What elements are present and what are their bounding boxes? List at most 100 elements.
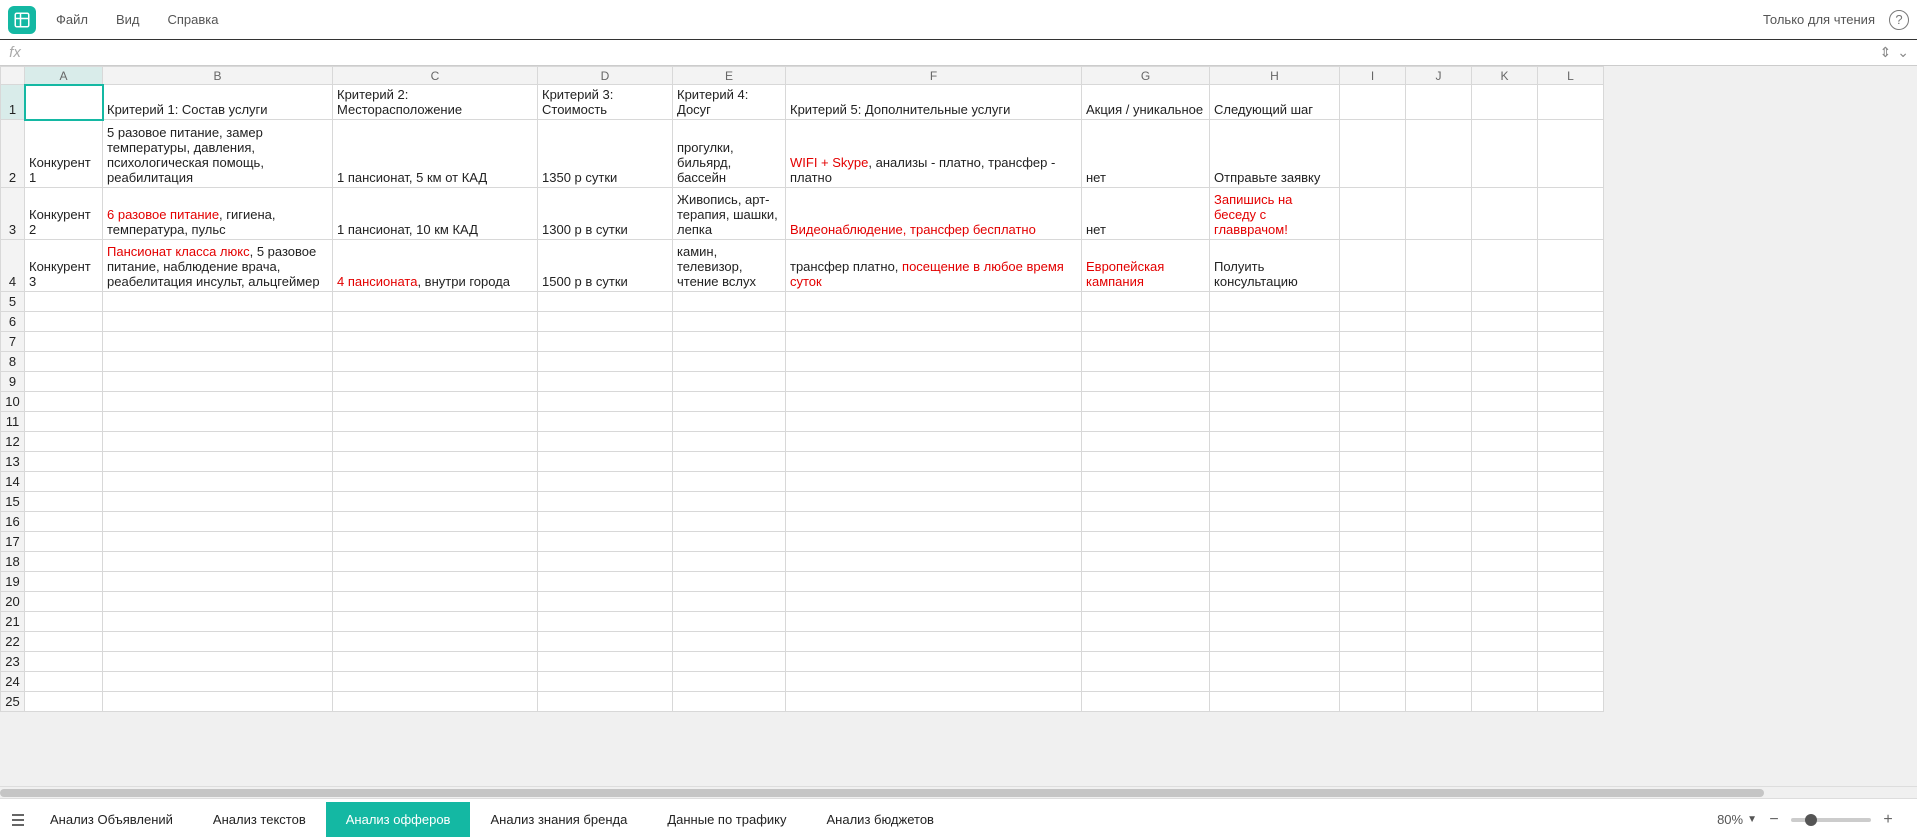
cell[interactable] [786,512,1082,532]
cell[interactable] [538,392,673,412]
cell[interactable] [1406,652,1472,672]
cell[interactable] [1472,652,1538,672]
cell[interactable]: 5 разовое питание, замер температуры, да… [103,120,333,188]
cell[interactable] [1210,352,1340,372]
cell[interactable] [333,412,538,432]
cell[interactable] [786,572,1082,592]
cell[interactable] [25,512,103,532]
cell[interactable] [673,632,786,652]
cell[interactable] [1538,292,1604,312]
cell[interactable] [538,472,673,492]
cell[interactable] [1472,372,1538,392]
cell[interactable] [103,472,333,492]
cell[interactable] [1538,240,1604,292]
row-header[interactable]: 4 [1,240,25,292]
cell[interactable] [1472,492,1538,512]
cell[interactable] [103,312,333,332]
cell[interactable] [1472,592,1538,612]
cell[interactable] [103,352,333,372]
cell[interactable]: Конкурент 2 [25,188,103,240]
chevron-down-icon[interactable]: ⌄ [1897,44,1909,61]
cell[interactable] [25,332,103,352]
cell[interactable] [1406,412,1472,432]
cell[interactable] [1538,188,1604,240]
column-header-K[interactable]: K [1472,67,1538,85]
cell[interactable] [25,432,103,452]
cell[interactable] [1472,572,1538,592]
row-header[interactable]: 8 [1,352,25,372]
cell[interactable] [673,392,786,412]
cell[interactable] [25,352,103,372]
row-header[interactable]: 19 [1,572,25,592]
cell[interactable] [25,572,103,592]
cell[interactable] [1340,120,1406,188]
cell[interactable] [333,592,538,612]
cell[interactable] [1472,512,1538,532]
row-header[interactable]: 13 [1,452,25,472]
cell[interactable] [1538,512,1604,532]
cell[interactable] [786,532,1082,552]
cell[interactable] [1472,412,1538,432]
cell[interactable] [1082,372,1210,392]
cell[interactable] [103,632,333,652]
cell[interactable] [1082,472,1210,492]
column-header-J[interactable]: J [1406,67,1472,85]
cell[interactable] [333,652,538,672]
cell[interactable] [673,572,786,592]
sheet-tab[interactable]: Анализ знания бренда [470,802,647,837]
cell[interactable] [1340,612,1406,632]
menu-help[interactable]: Справка [168,12,219,27]
cell[interactable] [1538,552,1604,572]
cell[interactable] [333,372,538,392]
cell[interactable] [333,332,538,352]
cell[interactable] [1082,632,1210,652]
cell[interactable] [1406,392,1472,412]
cell[interactable] [538,372,673,392]
cell[interactable] [1210,532,1340,552]
cell[interactable] [1472,292,1538,312]
cell[interactable] [786,432,1082,452]
app-logo[interactable] [8,6,36,34]
cell[interactable] [1082,512,1210,532]
cell[interactable] [333,612,538,632]
cell[interactable] [1340,572,1406,592]
cell[interactable] [673,652,786,672]
zoom-in-button[interactable]: + [1881,811,1895,829]
cell[interactable] [333,672,538,692]
cell[interactable] [1210,632,1340,652]
row-header[interactable]: 15 [1,492,25,512]
row-header[interactable]: 1 [1,85,25,120]
cell[interactable]: 6 разовое питание, гигиена, температура,… [103,188,333,240]
row-header[interactable]: 24 [1,672,25,692]
cell[interactable] [1472,332,1538,352]
cell[interactable] [786,672,1082,692]
cell[interactable]: 1350 р сутки [538,120,673,188]
cell[interactable] [103,292,333,312]
cell[interactable] [25,372,103,392]
row-header[interactable]: 14 [1,472,25,492]
cell[interactable] [1406,592,1472,612]
spreadsheet-grid[interactable]: ABCDEFGHIJKL 1Критерий 1: Состав услугиК… [0,66,1604,712]
cell[interactable] [673,592,786,612]
cell[interactable]: Полуить консультацию [1210,240,1340,292]
cell[interactable] [1340,392,1406,412]
cell[interactable]: Конкурент 3 [25,240,103,292]
cell[interactable]: Критерий 5: Дополнительные услуги [786,85,1082,120]
cell[interactable] [25,452,103,472]
cell[interactable] [25,692,103,712]
cell[interactable] [103,452,333,472]
cell[interactable] [1538,352,1604,372]
cell[interactable] [673,552,786,572]
cell[interactable] [1472,432,1538,452]
row-header[interactable]: 6 [1,312,25,332]
cell[interactable] [1472,672,1538,692]
cell[interactable] [1406,352,1472,372]
cell[interactable] [786,472,1082,492]
cell[interactable] [333,532,538,552]
cell[interactable] [103,612,333,632]
cell[interactable] [333,492,538,512]
cell[interactable] [1210,552,1340,572]
menu-file[interactable]: Файл [56,12,88,27]
cell[interactable] [1538,632,1604,652]
cell[interactable] [538,652,673,672]
